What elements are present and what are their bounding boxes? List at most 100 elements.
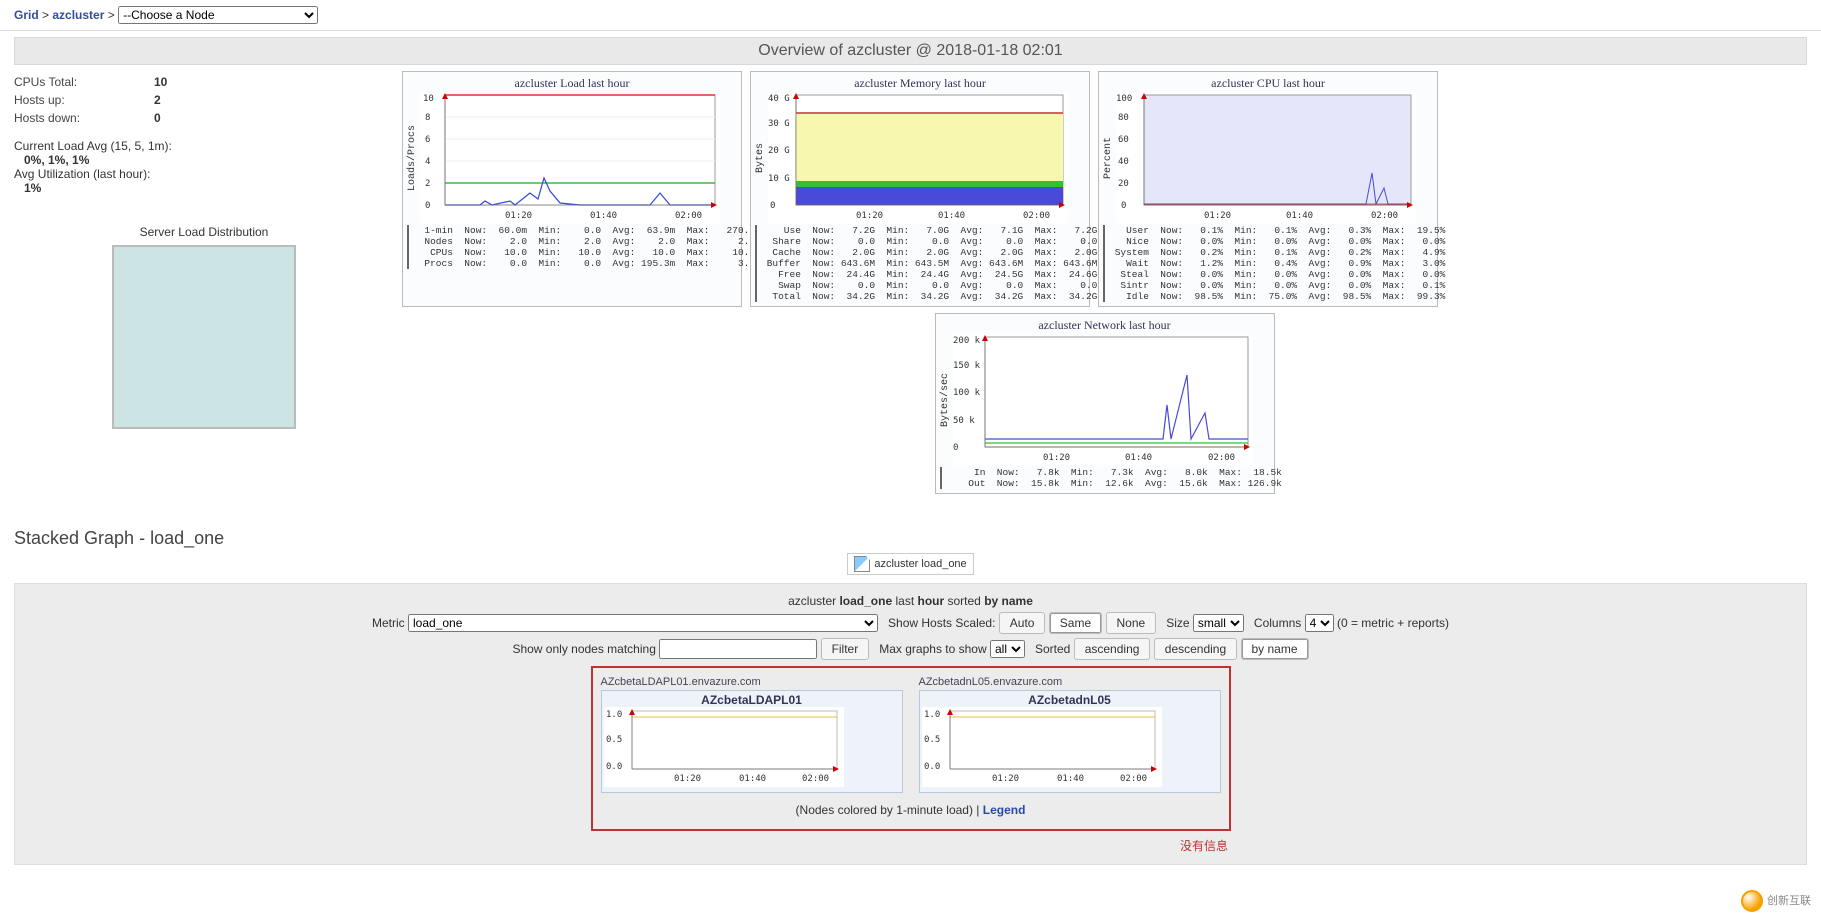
filter-button[interactable]: Filter (821, 638, 870, 660)
legend-row: Nice Now: 0.0% Min: 0.0% Avg: 0.0% Max: … (1103, 236, 1433, 247)
legend-row: Free Now: 24.4G Min: 24.4G Avg: 24.5G Ma… (755, 269, 1085, 280)
load-chart[interactable]: azcluster Load last hour Loads/Procs 024… (402, 71, 742, 307)
control-bar: azcluster load_one last hour sorted by n… (14, 583, 1807, 865)
y-axis-label: Bytes (755, 93, 766, 223)
hosts-up-label: Hosts up: (14, 93, 154, 107)
svg-text:20: 20 (1118, 179, 1129, 189)
host-fqdn[interactable]: AZcbetaLDAPL01.envazure.com (601, 676, 903, 688)
svg-text:01:40: 01:40 (739, 774, 766, 784)
mem-plot: 010 G20 G30 G40 G 01:20 01:40 02:00 (768, 93, 1068, 223)
legend-row: Steal Now: 0.0% Min: 0.0% Avg: 0.0% Max:… (1103, 269, 1433, 280)
legend-row: Buffer Now: 643.6M Min: 643.5M Avg: 643.… (755, 258, 1085, 269)
legend-link[interactable]: Legend (983, 803, 1026, 817)
util-value: 1% (24, 181, 394, 195)
svg-text:01:20: 01:20 (505, 211, 532, 221)
broken-image-alt: azcluster load_one (874, 558, 966, 570)
network-chart[interactable]: azcluster Network last hour Bytes/sec 05… (935, 313, 1275, 494)
filter-label: Show only nodes matching (512, 642, 655, 656)
svg-text:100 k: 100 k (953, 388, 981, 398)
legend-row: Nodes Now: 2.0 Min: 2.0 Avg: 2.0 Max: 2. (407, 236, 737, 247)
host-plot: 0.00.51.001:2001:4002:00 (604, 707, 844, 787)
columns-hint: (0 = metric + reports) (1337, 616, 1449, 630)
hosts-scaled-label: Show Hosts Scaled: (888, 616, 995, 630)
svg-text:0.0: 0.0 (606, 762, 622, 772)
chart-title: azcluster Network last hour (940, 318, 1270, 333)
breadcrumb-cluster[interactable]: azcluster (52, 8, 104, 22)
legend-row: Use Now: 7.2G Min: 7.0G Avg: 7.1G Max: 7… (755, 225, 1085, 236)
y-axis-label: Bytes/sec (940, 335, 951, 465)
load-avg-label: Current Load Avg (15, 5, 1m): (14, 139, 394, 153)
legend-row: Procs Now: 0.0 Min: 0.0 Avg: 195.3m Max:… (407, 258, 737, 269)
svg-text:02:00: 02:00 (802, 774, 829, 784)
svg-text:02:00: 02:00 (1371, 211, 1398, 221)
legend-row: Share Now: 0.0 Min: 0.0 Avg: 0.0 Max: 0.… (755, 236, 1085, 247)
sep: > (108, 8, 115, 22)
memory-chart[interactable]: azcluster Memory last hour Bytes 010 G20… (750, 71, 1090, 307)
svg-text:10 G: 10 G (768, 174, 790, 184)
y-axis-label: Loads/Procs (407, 93, 418, 223)
legend-row: In Now: 7.8k Min: 7.3k Avg: 8.0k Max: 18… (940, 467, 1270, 478)
svg-text:40 G: 40 G (768, 94, 790, 104)
net-plot: 050 k100 k150 k200 k 01:20 01:40 02:00 (953, 335, 1253, 465)
stacked-title: Stacked Graph - load_one (14, 528, 1821, 549)
svg-text:01:20: 01:20 (992, 774, 1019, 784)
svg-text:20 G: 20 G (768, 146, 790, 156)
size-select[interactable]: small (1193, 614, 1244, 632)
legend-row: Wait Now: 1.2% Min: 0.4% Avg: 0.9% Max: … (1103, 258, 1433, 269)
host-chart[interactable]: AZcbetaLDAPL010.00.51.001:2001:4002:00 (601, 690, 903, 793)
breadcrumb-grid[interactable]: Grid (14, 8, 39, 22)
hosts-up-value: 2 (154, 93, 161, 107)
stacked-graph-image[interactable]: azcluster load_one (847, 553, 973, 575)
host-fqdn[interactable]: AZcbetadnL05.envazure.com (919, 676, 1221, 688)
overview-title: Overview of azcluster @ 2018-01-18 02:01 (14, 37, 1807, 65)
y-axis-label: Percent (1103, 93, 1114, 223)
svg-text:02:00: 02:00 (1120, 774, 1147, 784)
legend-row: System Now: 0.2% Min: 0.1% Avg: 0.2% Max… (1103, 247, 1433, 258)
svg-text:30 G: 30 G (768, 119, 790, 129)
sort-desc-button[interactable]: descending (1154, 638, 1237, 660)
host-plot: 0.00.51.001:2001:4002:00 (922, 707, 1162, 787)
node-select[interactable]: --Choose a Node (118, 6, 318, 24)
hosts-down-label: Hosts down: (14, 111, 154, 125)
sort-description: azcluster load_one last hour sorted by n… (15, 594, 1806, 608)
size-label: Size (1166, 616, 1189, 630)
svg-text:150 k: 150 k (953, 361, 981, 371)
svg-text:1.0: 1.0 (924, 710, 940, 720)
host-short-name: AZcbetaLDAPL01 (604, 693, 900, 707)
legend-row: 1-min Now: 60.0m Min: 0.0 Avg: 63.9m Max… (407, 225, 737, 236)
max-graphs-select[interactable]: all (990, 640, 1025, 658)
svg-text:02:00: 02:00 (1023, 211, 1050, 221)
load-plot: 0246810 01:20 01:40 02:00 (420, 93, 720, 223)
svg-text:01:40: 01:40 (1125, 453, 1152, 463)
metric-label: Metric (372, 616, 405, 630)
svg-text:100: 100 (1116, 94, 1132, 104)
svg-text:01:40: 01:40 (1057, 774, 1084, 784)
legend-row: Idle Now: 98.5% Min: 75.0% Avg: 98.5% Ma… (1103, 291, 1433, 302)
svg-text:8: 8 (425, 113, 430, 123)
svg-text:0: 0 (953, 443, 958, 453)
metric-select[interactable]: load_one (408, 614, 878, 632)
scale-same-button[interactable]: Same (1049, 612, 1102, 634)
cpus-label: CPUs Total: (14, 75, 154, 89)
server-dist-title: Server Load Distribution (14, 225, 394, 239)
svg-text:01:40: 01:40 (1286, 211, 1313, 221)
svg-text:0.5: 0.5 (606, 735, 622, 745)
svg-text:0: 0 (1121, 201, 1126, 211)
svg-text:01:20: 01:20 (1043, 453, 1070, 463)
sort-asc-button[interactable]: ascending (1074, 638, 1151, 660)
host-chart[interactable]: AZcbetadnL050.00.51.001:2001:4002:00 (919, 690, 1221, 793)
svg-text:01:40: 01:40 (590, 211, 617, 221)
columns-select[interactable]: 4 (1305, 614, 1334, 632)
cpu-chart[interactable]: azcluster CPU last hour Percent 02040608… (1098, 71, 1438, 307)
svg-text:6: 6 (425, 135, 430, 145)
nodes-colored-text: (Nodes colored by 1-minute load) | (796, 803, 983, 817)
host-column: AZcbetadnL05.envazure.comAZcbetadnL050.0… (919, 676, 1221, 793)
server-load-distribution[interactable] (112, 245, 296, 429)
scale-none-button[interactable]: None (1106, 612, 1157, 634)
svg-text:60: 60 (1118, 135, 1129, 145)
svg-text:01:20: 01:20 (1204, 211, 1231, 221)
no-info-text: 没有信息 (1180, 837, 1806, 854)
filter-input[interactable] (659, 639, 817, 659)
scale-auto-button[interactable]: Auto (999, 612, 1046, 634)
sort-byname-button[interactable]: by name (1241, 638, 1309, 660)
